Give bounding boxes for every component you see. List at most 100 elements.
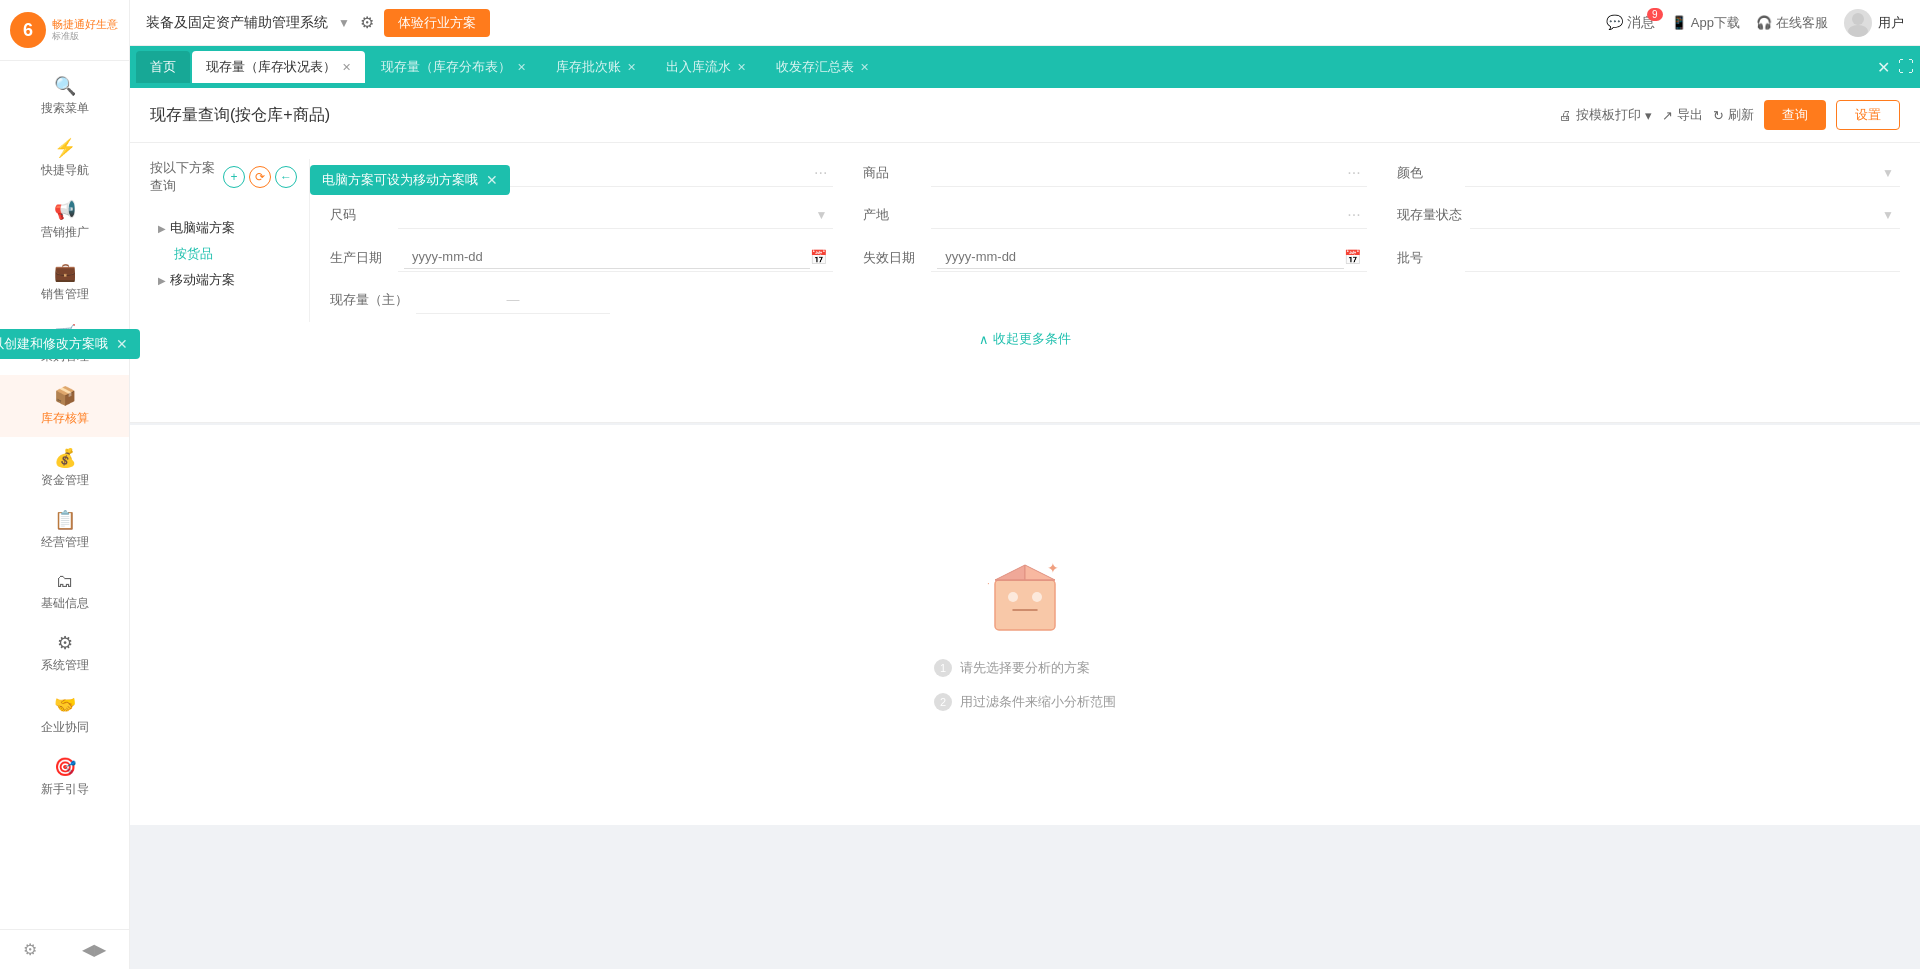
stock-qty-min-input[interactable] [422,288,501,311]
size-dropdown-icon[interactable]: ▼ [815,208,827,222]
tab-batch-close[interactable]: ✕ [627,61,636,74]
sidebar-item-finance[interactable]: 💰 资金管理 [0,437,129,499]
goods-input[interactable] [937,161,1347,184]
scheme-mobile[interactable]: ▶ 移动端方案 [150,267,297,293]
sidebar-item-quick[interactable]: ⚡ 快捷导航 [0,127,129,189]
tab-inventory-dist-close[interactable]: ✕ [517,61,526,74]
msg-badge: 9 [1647,8,1663,21]
origin-input[interactable] [937,203,1347,226]
stock-status-input[interactable] [1476,203,1882,226]
tab-home[interactable]: 首页 [136,51,190,83]
sidebar-bottom: ⚙ ◀▶ [0,929,129,969]
edit-scheme-btn[interactable]: ⟳ [249,166,271,188]
logo-icon: 6 [10,12,46,48]
warehouse-dots-icon[interactable]: ··· [814,164,827,182]
tab-inventory-status-close[interactable]: ✕ [342,61,351,74]
query-btn[interactable]: 查询 [1764,100,1826,130]
tooltip1-close-btn[interactable]: ✕ [486,172,498,188]
sidebar-item-operation[interactable]: 📋 经营管理 [0,499,129,561]
svg-point-7 [1032,592,1042,602]
scheme-desktop[interactable]: ▶ 电脑端方案 [150,215,297,241]
svg-text:✦: ✦ [1047,560,1059,576]
enterprise-icon: 🤝 [54,694,76,716]
system-name: 装备及固定资产辅助管理系统 [146,14,328,32]
schemes-panel: ▶ 电脑端方案 按货品 ▶ 移动端方案 [150,207,297,301]
tooltip2-close-btn[interactable]: ✕ [116,336,128,352]
expire-date-calendar-icon[interactable]: 📅 [1344,249,1361,265]
svg-point-1 [1848,25,1868,37]
settings-bottom-icon[interactable]: ⚙ [23,940,37,959]
marketing-icon: 📢 [54,199,76,221]
svg-point-0 [1852,13,1864,25]
tab-expand-btn[interactable]: ⛶ [1898,58,1914,76]
header: 装备及固定资产辅助管理系统 ▼ ⚙ 体验行业方案 💬 9 消息 📱 App下载 … [130,0,1920,46]
tab-summary-close[interactable]: ✕ [860,61,869,74]
tooltip-desktop-scheme: 电脑方案可设为移动方案哦 ✕ [310,165,510,195]
tab-inventory-dist[interactable]: 现存量（库存分布表） ✕ [367,51,540,83]
size-input[interactable] [404,203,815,226]
print-btn[interactable]: 🖨 按模板打印 ▾ [1559,106,1652,124]
tab-batch[interactable]: 库存批次账 ✕ [542,51,650,83]
sidebar-item-system[interactable]: ⚙ 系统管理 [0,622,129,684]
sidebar-item-guide[interactable]: 🎯 新手引导 [0,746,129,808]
user-menu[interactable]: 用户 [1844,9,1904,37]
batch-input[interactable] [1471,246,1894,269]
export-btn[interactable]: ↗ 导出 [1662,106,1703,124]
sales-icon: 💼 [54,261,76,283]
header-settings-icon[interactable]: ⚙ [360,13,374,32]
sidebar-item-enterprise[interactable]: 🤝 企业协同 [0,684,129,746]
color-dropdown-icon[interactable]: ▼ [1882,166,1894,180]
collapse-sidebar-icon[interactable]: ◀▶ [82,940,106,959]
stock-status-dropdown-icon[interactable]: ▼ [1882,208,1894,222]
filter-area: 按以下方案查询 + ⟳ ← 电脑方案可设为移动方案哦 ✕ ▶ 电脑端方案 [130,143,1920,423]
field-size: 尺码 ▼ [330,201,833,229]
base-icon: 🗂 [56,571,74,592]
refresh-btn[interactable]: ↻ 刷新 [1713,106,1754,124]
goods-dots-icon[interactable]: ··· [1347,164,1360,182]
tab-summary[interactable]: 收发存汇总表 ✕ [762,51,883,83]
page-actions: 🖨 按模板打印 ▾ ↗ 导出 ↻ 刷新 查询 设置 [1559,100,1900,130]
industry-btn[interactable]: 体验行业方案 [384,9,490,37]
sidebar-item-sales[interactable]: 💼 销售管理 [0,251,129,313]
tip-num-1: 1 [934,659,952,677]
tab-close-all-btn[interactable]: ✕ [1877,58,1890,77]
empty-tips: 1 请先选择要分析的方案 2 用过滤条件来缩小分析范围 [934,655,1116,715]
sidebar-nav: 🔍 搜索菜单 ⚡ 快捷导航 📢 营销推广 💼 销售管理 🛒 采购管理 📦 库存核… [0,61,129,929]
color-input[interactable] [1471,161,1882,184]
msg-button[interactable]: 💬 9 消息 [1606,14,1655,32]
produce-date-calendar-icon[interactable]: 📅 [810,249,827,265]
filter-header: 按以下方案查询 + ⟳ ← [150,159,297,195]
origin-dots-icon[interactable]: ··· [1347,206,1360,224]
reset-btn[interactable]: 设置 [1836,100,1900,130]
arrow-scheme-btn[interactable]: ← [275,166,297,188]
search-icon: 🔍 [54,75,76,97]
app-download-button[interactable]: 📱 App下载 [1671,14,1740,32]
tab-inventory-status[interactable]: 现存量（库存状况表） ✕ [192,51,365,83]
tooltip-create-scheme: 这里可以创建和修改方案哦 ✕ [0,329,140,359]
tab-inout-close[interactable]: ✕ [737,61,746,74]
add-scheme-btn[interactable]: + [223,166,245,188]
sidebar-item-base[interactable]: 🗂 基础信息 [0,561,129,622]
scheme-by-goods[interactable]: 按货品 [166,241,297,267]
produce-date-input[interactable] [404,245,810,269]
svg-text:·: · [987,578,990,589]
system-dropdown-icon[interactable]: ▼ [338,16,350,30]
field-origin: 产地 ··· [863,201,1366,229]
tab-inout[interactable]: 出入库流水 ✕ [652,51,760,83]
field-goods: 商品 ··· [863,159,1366,187]
sidebar-item-search[interactable]: 🔍 搜索菜单 [0,65,129,127]
sidebar-item-marketing[interactable]: 📢 营销推广 [0,189,129,251]
operation-icon: 📋 [54,509,76,531]
sidebar-item-inventory[interactable]: 📦 库存核算 [0,375,129,437]
collapse-row: ∧ 收起更多条件 [150,322,1900,356]
field-stock-status: 现存量状态 ▼ [1397,201,1900,229]
collapse-btn[interactable]: ∧ 收起更多条件 [979,330,1071,348]
svg-point-6 [1008,592,1018,602]
expire-date-input[interactable] [937,245,1343,269]
page-title: 现存量查询(按仓库+商品) [150,105,330,126]
scheme-expand-icon: ▶ [158,223,166,234]
online-service-button[interactable]: 🎧 在线客服 [1756,14,1828,32]
stock-qty-max-input[interactable] [526,288,605,311]
header-left: 装备及固定资产辅助管理系统 ▼ ⚙ 体验行业方案 [146,9,490,37]
filter-icon-group: + ⟳ ← [223,166,297,188]
